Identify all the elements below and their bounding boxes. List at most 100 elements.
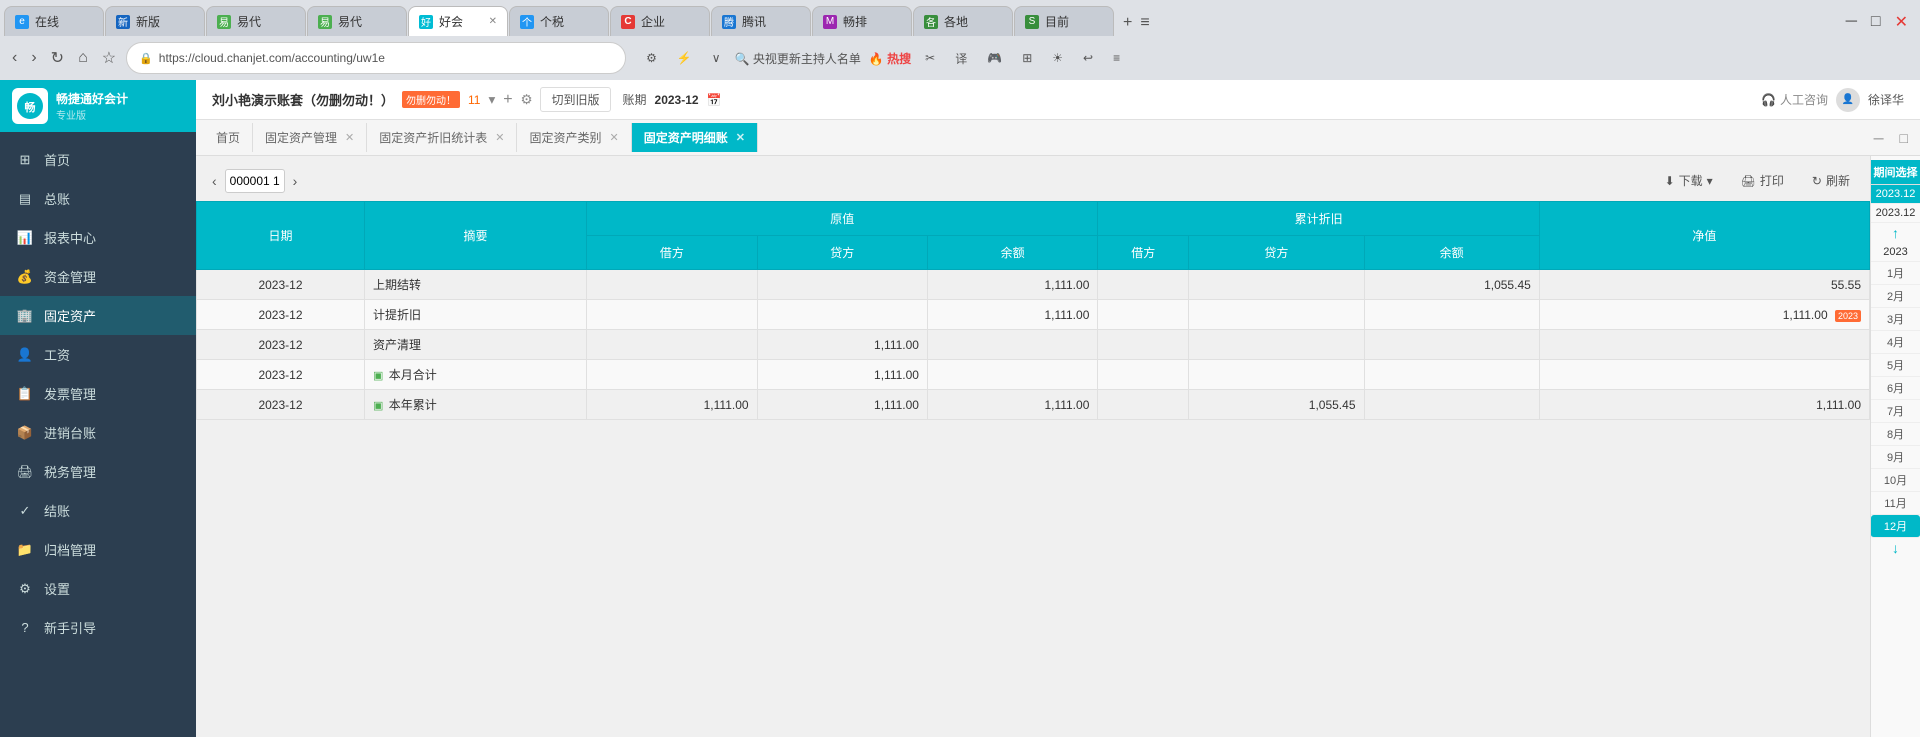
gamepad-button[interactable]: ⊞	[1016, 47, 1038, 69]
cell-accum-balance: 1,055.45	[1364, 270, 1539, 300]
bookmark-button[interactable]: ☆	[98, 44, 120, 72]
settings-small-button[interactable]: ⚙	[521, 92, 533, 108]
browser-tab-muqian[interactable]: S 目前	[1014, 6, 1114, 36]
minimize-button[interactable]: ─	[1842, 8, 1861, 36]
settings-icon: ⚙	[16, 580, 34, 598]
tab-close-fa-cat[interactable]: ✕	[610, 131, 619, 144]
download-button[interactable]: ⬇ 下载 ▾	[1657, 168, 1721, 193]
home-icon: ⊞	[16, 151, 34, 169]
close-button[interactable]: ✕	[1891, 8, 1912, 36]
sidebar-item-payroll[interactable]: 👤 工资	[0, 335, 196, 374]
tab-bar: e 在线 新 新版 易 易代 易 易代 好 好会 ✕ 个 个税 C 企业 腾	[0, 0, 1920, 36]
tab-label: 新版	[136, 13, 160, 30]
browser-tab-enterprise[interactable]: C 企业	[610, 6, 710, 36]
next-page-button[interactable]: ›	[289, 171, 302, 191]
period-year-label[interactable]: 2023	[1871, 243, 1920, 262]
add-button[interactable]: +	[503, 91, 512, 109]
tab-favicon: 腾	[722, 15, 736, 29]
tab-close-fa-dep[interactable]: ✕	[495, 131, 504, 144]
tab-fa-mgmt[interactable]: 固定资产管理 ✕	[253, 123, 367, 152]
scissors-button[interactable]: ✂	[919, 47, 941, 69]
extensions-button[interactable]: ⚙	[640, 47, 663, 69]
period-month-8[interactable]: 8月	[1871, 423, 1920, 446]
browser-tab-yidai1[interactable]: 易 易代	[206, 6, 306, 36]
address-bar[interactable]: 🔒 https://cloud.chanjet.com/accounting/u…	[126, 42, 626, 74]
sidebar-item-settings[interactable]: ⚙ 设置	[0, 569, 196, 608]
lightning-button[interactable]: ⚡	[671, 47, 698, 69]
cell-orig-debit	[587, 270, 757, 300]
expand-button[interactable]: ▾	[488, 92, 495, 108]
col-date: 日期	[197, 202, 365, 270]
period-month-12[interactable]: 12月	[1871, 515, 1920, 538]
tab-fa-depreciation[interactable]: 固定资产折旧统计表 ✕	[367, 123, 517, 152]
period-month-6[interactable]: 6月	[1871, 377, 1920, 400]
sidebar-item-report[interactable]: 📊 报表中心	[0, 218, 196, 257]
dropdown-button[interactable]: ∨	[706, 47, 727, 69]
new-tab-button[interactable]: +	[1119, 10, 1136, 36]
browser-tab-online[interactable]: e 在线	[4, 6, 104, 36]
home-button[interactable]: ⌂	[74, 45, 92, 71]
sidebar-item-guide[interactable]: ? 新手引导	[0, 608, 196, 647]
browser-tab-haokuai[interactable]: 好 好会 ✕	[408, 6, 508, 36]
print-button[interactable]: 🖨 打印	[1733, 168, 1792, 193]
period-year-item-2[interactable]: 2023.12	[1871, 204, 1920, 223]
page-number-input[interactable]	[225, 169, 285, 193]
tab-home-label: 首页	[216, 129, 240, 146]
period-month-7[interactable]: 7月	[1871, 400, 1920, 423]
period-month-11[interactable]: 11月	[1871, 492, 1920, 515]
support-button[interactable]: 🎧 人工咨询	[1761, 91, 1828, 108]
browser-tab-gedi[interactable]: 各 各地	[913, 6, 1013, 36]
reload-button[interactable]: ↻	[47, 44, 68, 72]
tab-fa-category[interactable]: 固定资产类别 ✕	[517, 123, 631, 152]
tab-close-fa-detail[interactable]: ✕	[736, 131, 745, 144]
tab-collapse-button[interactable]: ─	[1870, 128, 1888, 148]
sidebar-item-fixed-assets[interactable]: 🏢 固定资产	[0, 296, 196, 335]
tab-fa-detail[interactable]: 固定资产明细账 ✕	[632, 123, 758, 152]
period-scroll-down[interactable]: ↓	[1890, 538, 1901, 558]
period-month-3[interactable]: 3月	[1871, 308, 1920, 331]
browser-tab-geshui[interactable]: 个 个税	[509, 6, 609, 36]
calendar-icon[interactable]: 📅	[707, 93, 722, 107]
brightness-button[interactable]: ☀	[1046, 47, 1069, 69]
period-month-4[interactable]: 4月	[1871, 331, 1920, 354]
sidebar-item-invoice[interactable]: 📋 发票管理	[0, 374, 196, 413]
sidebar-item-fund[interactable]: 💰 资金管理	[0, 257, 196, 296]
sidebar-item-ledger[interactable]: ▤ 总账	[0, 179, 196, 218]
history-back-button[interactable]: ↩	[1077, 47, 1099, 69]
period-month-9[interactable]: 9月	[1871, 446, 1920, 469]
browser-tab-new[interactable]: 新 新版	[105, 6, 205, 36]
back-button[interactable]: ‹	[8, 45, 21, 71]
menu-button[interactable]: ≡	[1107, 47, 1126, 69]
sidebar-item-home[interactable]: ⊞ 首页	[0, 140, 196, 179]
browser-tab-chang[interactable]: M 畅排	[812, 6, 912, 36]
sidebar-item-tax[interactable]: 🖨 税务管理	[0, 452, 196, 491]
maximize-button[interactable]: □	[1867, 8, 1885, 36]
refresh-button[interactable]: ↻ 刷新	[1804, 168, 1858, 193]
switch-version-button[interactable]: 切到旧版	[540, 87, 610, 112]
cell-orig-balance: 1,111.00	[927, 390, 1097, 420]
tab-menu-button[interactable]: ≡	[1136, 10, 1153, 36]
translate-button[interactable]: 译	[949, 46, 973, 71]
forward-button[interactable]: ›	[27, 45, 40, 71]
tab-close-fa-mgmt[interactable]: ✕	[345, 131, 354, 144]
tab-close-icon[interactable]: ✕	[489, 16, 497, 27]
browser-tab-tencent[interactable]: 腾 腾讯	[711, 6, 811, 36]
browser-tab-yidai2[interactable]: 易 易代	[307, 6, 407, 36]
period-month-2[interactable]: 2月	[1871, 285, 1920, 308]
prev-page-button[interactable]: ‹	[208, 171, 221, 191]
sidebar-item-purchase-sales[interactable]: 📦 进销台账	[0, 413, 196, 452]
sidebar-item-closing[interactable]: ✓ 结账	[0, 491, 196, 530]
user-avatar: 👤	[1836, 88, 1860, 112]
sidebar-item-archive[interactable]: 📁 归档管理	[0, 530, 196, 569]
wallet-button[interactable]: 🎮	[981, 47, 1008, 69]
period-scroll-up[interactable]: ↑	[1890, 223, 1901, 243]
period-month-10[interactable]: 10月	[1871, 469, 1920, 492]
period-month-1[interactable]: 1月	[1871, 262, 1920, 285]
hot-search-label[interactable]: 🔥 热搜	[869, 50, 911, 67]
period-year-item-1[interactable]: 2023.12	[1871, 185, 1920, 204]
period-month-5[interactable]: 5月	[1871, 354, 1920, 377]
tab-home[interactable]: 首页	[204, 123, 253, 152]
cell-orig-credit	[757, 300, 927, 330]
cell-net-value: 1,111.00	[1539, 390, 1869, 420]
tab-expand-button[interactable]: □	[1896, 128, 1912, 148]
